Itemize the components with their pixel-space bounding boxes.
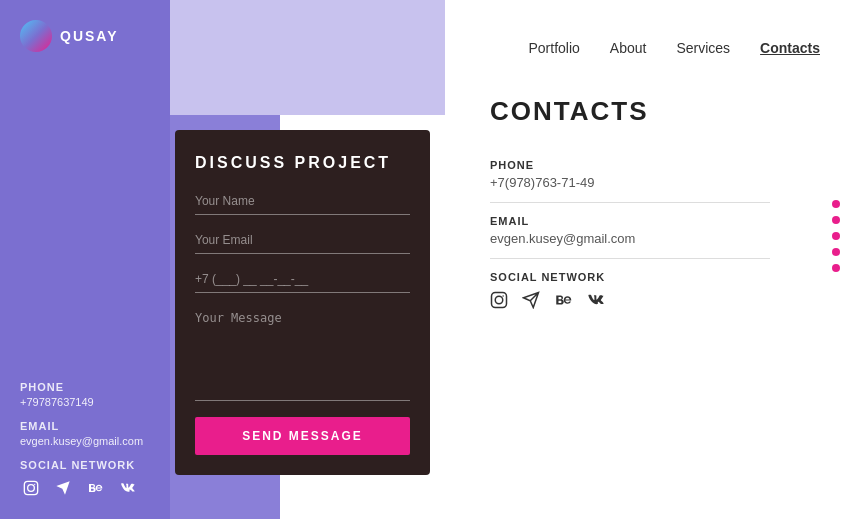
dot-5: [832, 264, 840, 272]
name-input[interactable]: [195, 188, 410, 215]
svg-rect-0: [24, 481, 37, 494]
email-label: EMAIL: [490, 215, 770, 227]
sidebar-phone-value: +79787637149: [20, 396, 150, 408]
sidebar-vk-icon[interactable]: [116, 477, 138, 499]
social-icons-row: [490, 291, 770, 313]
email-input[interactable]: [195, 227, 410, 254]
sidebar-email-value: evgen.kusey@gmail.com: [20, 435, 150, 447]
sidebar-behance-icon[interactable]: [84, 477, 106, 499]
sidebar-telegram-icon[interactable]: [52, 477, 74, 499]
blue-rect2-bg: [170, 0, 445, 115]
phone-value: +7(978)763-71-49: [490, 175, 770, 190]
contacts-behance-icon[interactable]: [554, 291, 572, 313]
logo-circle: [20, 20, 52, 52]
email-block: EMAIL evgen.kusey@gmail.com: [490, 203, 770, 259]
dot-1: [832, 200, 840, 208]
logo: QUSAY: [20, 20, 150, 52]
contacts-vk-icon[interactable]: [586, 291, 604, 313]
sidebar-social-label: SOCIAL NETWORK: [20, 459, 150, 471]
phone-label: PHONE: [490, 159, 770, 171]
sidebar-phone-label: PHONE: [20, 381, 150, 393]
phone-block: PHONE +7(978)763-71-49: [490, 147, 770, 203]
message-textarea[interactable]: [195, 305, 410, 401]
sidebar-email-label: EMAIL: [20, 420, 150, 432]
discuss-project-card: DISCUSS PROJECT SEND MESSAGE: [175, 130, 430, 475]
social-label: SOCIAL NETWORK: [490, 271, 770, 283]
dot-3: [832, 232, 840, 240]
contacts-section: CONTACTS PHONE +7(978)763-71-49 EMAIL ev…: [490, 96, 820, 325]
contacts-telegram-icon[interactable]: [522, 291, 540, 313]
nav-about[interactable]: About: [610, 40, 647, 56]
send-message-button[interactable]: SEND MESSAGE: [195, 417, 410, 455]
svg-point-5: [502, 295, 504, 297]
navigation: Portfolio About Services Contacts: [490, 20, 820, 56]
sidebar-social-row: [20, 477, 150, 499]
main-content: Portfolio About Services Contacts CONTAC…: [460, 0, 850, 519]
dot-2: [832, 216, 840, 224]
svg-point-1: [28, 485, 35, 492]
dots-decoration: [832, 200, 840, 272]
sidebar-bottom: PHONE +79787637149 EMAIL evgen.kusey@gma…: [20, 369, 150, 499]
dot-4: [832, 248, 840, 256]
contacts-title: CONTACTS: [490, 96, 820, 127]
svg-point-2: [34, 484, 35, 485]
svg-point-4: [495, 296, 503, 304]
contacts-instagram-icon[interactable]: [490, 291, 508, 313]
logo-text: QUSAY: [60, 28, 119, 44]
nav-contacts[interactable]: Contacts: [760, 40, 820, 56]
nav-services[interactable]: Services: [676, 40, 730, 56]
card-title: DISCUSS PROJECT: [195, 154, 410, 172]
svg-rect-3: [492, 293, 507, 308]
nav-portfolio[interactable]: Portfolio: [528, 40, 579, 56]
sidebar: QUSAY PHONE +79787637149 EMAIL evgen.kus…: [0, 0, 170, 519]
social-block: SOCIAL NETWORK: [490, 259, 770, 325]
phone-input[interactable]: [195, 266, 410, 293]
sidebar-instagram-icon[interactable]: [20, 477, 42, 499]
email-value: evgen.kusey@gmail.com: [490, 231, 770, 246]
